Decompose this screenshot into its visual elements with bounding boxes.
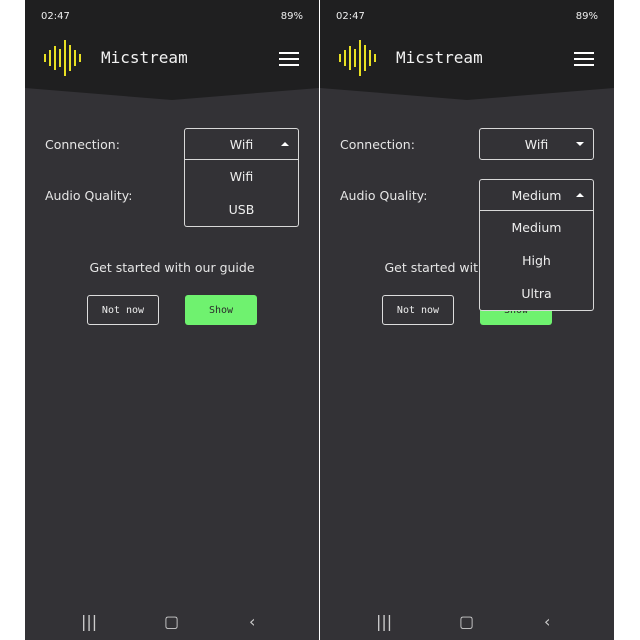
caret-up-icon [281, 142, 289, 146]
app-title: Micstream [396, 48, 483, 67]
option-ultra[interactable]: Ultra [480, 277, 593, 310]
status-battery: 89% [280, 11, 303, 22]
not-now-button[interactable]: Not now [382, 295, 454, 325]
home-button[interactable]: ▢ [164, 612, 179, 631]
home-button[interactable]: ▢ [459, 612, 474, 631]
soundwave-logo-icon [339, 40, 376, 76]
show-button[interactable]: Show [185, 295, 257, 325]
connection-select[interactable]: Wifi [184, 128, 299, 160]
status-bar: 02:47 89% [41, 11, 303, 22]
hamburger-menu-icon[interactable] [574, 52, 594, 66]
hamburger-menu-icon[interactable] [279, 52, 299, 66]
caret-down-icon [576, 142, 584, 146]
audio-quality-label: Audio Quality: [45, 188, 133, 203]
audio-quality-select[interactable]: Medium [479, 179, 594, 211]
audio-quality-label: Audio Quality: [340, 188, 428, 203]
app-title: Micstream [101, 48, 188, 67]
recents-button[interactable]: ||| [81, 612, 97, 631]
connection-label: Connection: [340, 137, 415, 152]
phone-screen-connection-open: 02:47 89% Micstream Connection: Wifi Wifi… [25, 0, 319, 640]
back-button[interactable]: ‹ [544, 612, 550, 631]
audio-quality-dropdown-menu: Medium High Ultra [479, 211, 594, 311]
connection-select[interactable]: Wifi [479, 128, 594, 160]
option-medium[interactable]: Medium [480, 211, 593, 244]
option-wifi[interactable]: Wifi [185, 160, 298, 193]
option-high[interactable]: High [480, 244, 593, 277]
connection-value: Wifi [229, 136, 254, 152]
caret-up-icon [576, 193, 584, 197]
status-bar: 02:47 89% [336, 11, 598, 22]
status-battery: 89% [575, 11, 598, 22]
option-usb[interactable]: USB [185, 193, 298, 226]
recents-button[interactable]: ||| [376, 612, 392, 631]
connection-label: Connection: [45, 137, 120, 152]
phone-screen-quality-open: 02:47 89% Micstream Connection: Wifi Audi… [320, 0, 614, 640]
guide-prompt: Get started with our guide [89, 260, 255, 275]
not-now-button[interactable]: Not now [87, 295, 159, 325]
audio-quality-value: Medium [511, 187, 562, 203]
back-button[interactable]: ‹ [249, 612, 255, 631]
status-time: 02:47 [41, 11, 70, 22]
soundwave-logo-icon [44, 40, 81, 76]
status-time: 02:47 [336, 11, 365, 22]
connection-value: Wifi [524, 136, 549, 152]
connection-dropdown-menu: Wifi USB [184, 160, 299, 227]
